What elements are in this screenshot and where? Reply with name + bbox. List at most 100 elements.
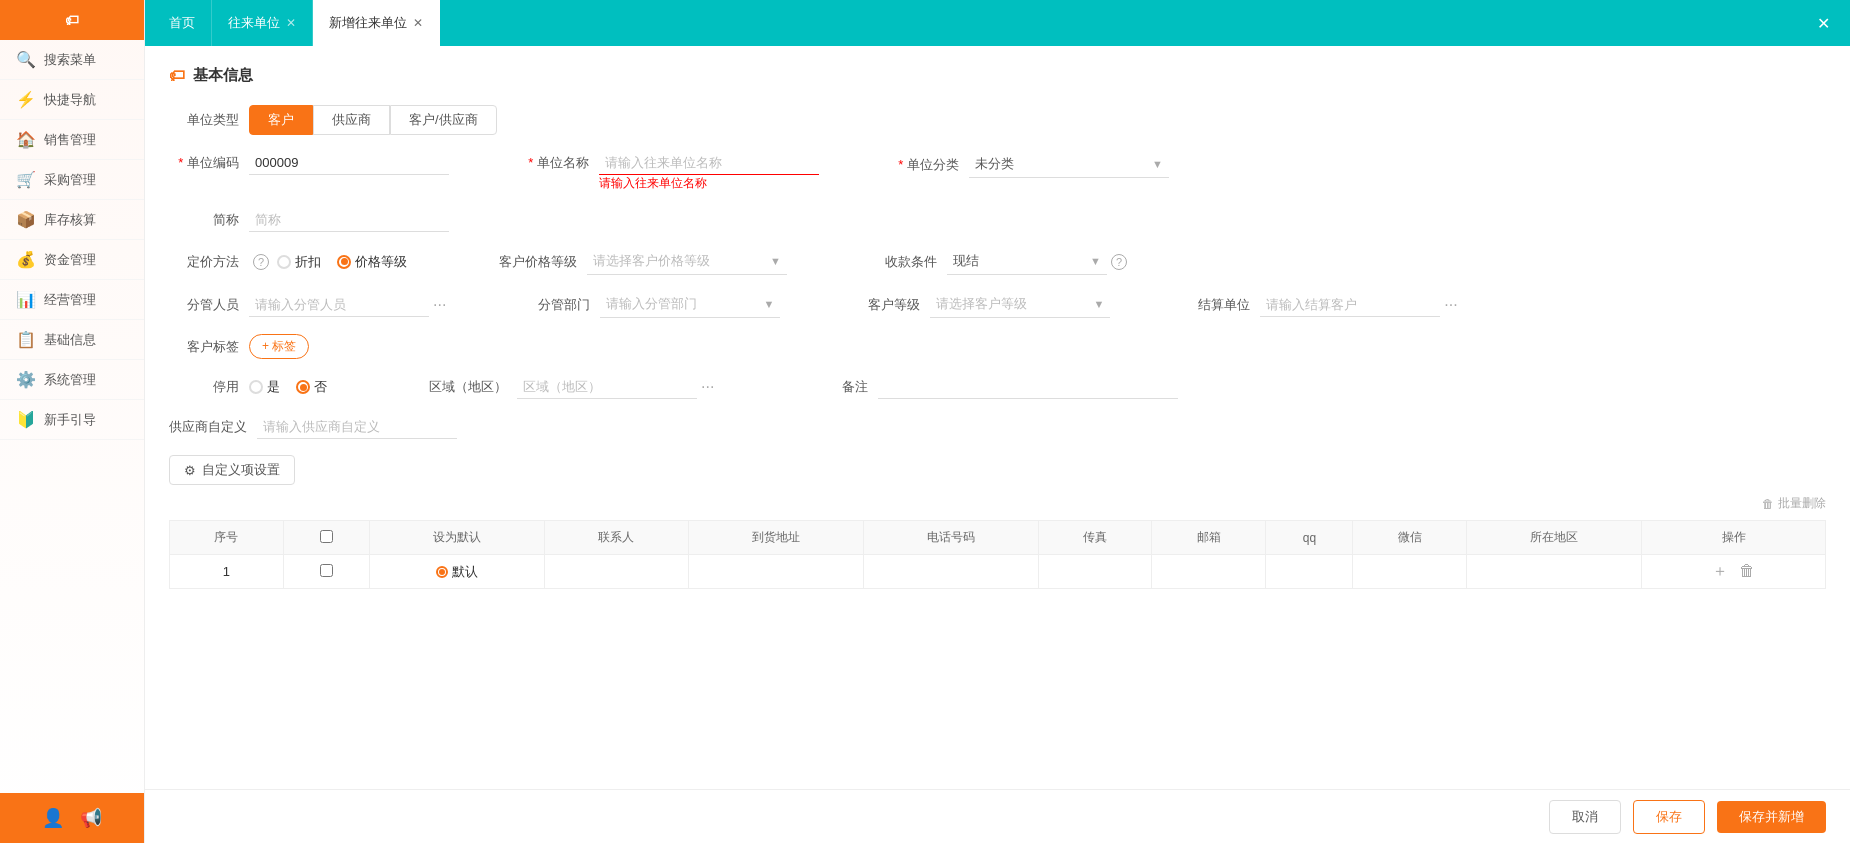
supplier-custom-input[interactable] xyxy=(257,415,457,439)
tag-label: 客户标签 xyxy=(169,338,249,356)
col-header-fax: 传真 xyxy=(1038,521,1152,555)
user-icon[interactable]: 👤 xyxy=(42,807,64,829)
unit-category-value: 未分类 xyxy=(975,155,1014,173)
custom-settings-button[interactable]: ⚙ 自定义项设置 xyxy=(169,455,295,485)
customer-level-select[interactable]: 请选择客户等级 ▼ xyxy=(930,291,1110,318)
pricing-discount[interactable]: 折扣 xyxy=(277,253,321,271)
batch-delete-button[interactable]: 🗑 批量删除 xyxy=(1762,495,1826,512)
default-radio[interactable] xyxy=(436,566,448,578)
row-region xyxy=(1467,555,1642,589)
sidebar-item-search[interactable]: 🔍 搜索菜单 xyxy=(0,40,144,80)
sidebar-item-guide[interactable]: 🔰 新手引导 xyxy=(0,400,144,440)
col-header-default: 设为默认 xyxy=(370,521,545,555)
pricing-grade-dot xyxy=(341,258,348,265)
add-tag-label: + 标签 xyxy=(262,338,296,355)
sales-icon: 🏠 xyxy=(16,130,36,149)
customer-price-cell: 客户价格等级 请选择客户价格等级 ▼ xyxy=(487,248,787,275)
row-email xyxy=(1152,555,1266,589)
tab-contacts-close[interactable]: ✕ xyxy=(286,16,296,30)
tab-bar-close[interactable]: ✕ xyxy=(1805,14,1842,33)
unit-category-select[interactable]: 未分类 ▼ xyxy=(969,151,1169,178)
unit-code-cell: 单位编码 xyxy=(169,151,449,175)
customer-price-select[interactable]: 请选择客户价格等级 ▼ xyxy=(587,248,787,275)
guide-icon: 🔰 xyxy=(16,410,36,429)
sidebar-item-purchase[interactable]: 🛒 采购管理 xyxy=(0,160,144,200)
unit-type-both[interactable]: 客户/供应商 xyxy=(390,105,497,135)
sidebar-item-sales[interactable]: 🏠 销售管理 xyxy=(0,120,144,160)
section-icon: 🏷 xyxy=(169,67,185,85)
unit-category-cell: 单位分类 未分类 ▼ xyxy=(889,151,1169,178)
payment-cell: 收款条件 现结 ▼ ? xyxy=(867,248,1127,275)
inventory-icon: 📦 xyxy=(16,210,36,229)
unit-name-cell: 单位名称 请输入往来单位名称 xyxy=(519,151,819,192)
notify-icon[interactable]: 📢 xyxy=(80,807,102,829)
sidebar-item-system[interactable]: ⚙️ 系统管理 xyxy=(0,360,144,400)
sidebar-item-inventory[interactable]: 📦 库存核算 xyxy=(0,200,144,240)
col-header-qq: qq xyxy=(1266,521,1353,555)
customer-price-placeholder: 请选择客户价格等级 xyxy=(593,252,710,270)
col-header-actions: 操作 xyxy=(1642,521,1826,555)
pricing-discount-label: 折扣 xyxy=(295,253,321,271)
custom-settings-row: ⚙ 自定义项设置 xyxy=(169,455,1826,485)
tab-home[interactable]: 首页 xyxy=(153,0,212,46)
unit-type-row: 单位类型 客户 供应商 客户/供应商 xyxy=(169,105,1826,135)
sidebar-bottom: 👤 📢 xyxy=(0,793,144,843)
settlement-ellipsis[interactable]: ··· xyxy=(1440,296,1461,314)
tags-cell: 客户标签 + 标签 xyxy=(169,334,309,359)
sidebar-item-label: 基础信息 xyxy=(44,331,96,349)
save-button[interactable]: 保存 xyxy=(1633,800,1705,834)
table-row: 1 默认 xyxy=(170,555,1826,589)
section-header: 🏷 基本信息 xyxy=(169,66,1826,85)
cancel-button[interactable]: 取消 xyxy=(1549,800,1621,834)
payment-select[interactable]: 现结 ▼ xyxy=(947,248,1107,275)
short-name-cell: 简称 xyxy=(169,208,449,232)
region-ellipsis[interactable]: ··· xyxy=(697,378,718,396)
tab-contacts[interactable]: 往来单位 ✕ xyxy=(212,0,313,46)
row-add-button[interactable]: ＋ xyxy=(1712,562,1728,579)
col-header-phone: 电话号码 xyxy=(863,521,1038,555)
disable-yes[interactable]: 是 xyxy=(249,378,280,396)
table-header-checkbox[interactable] xyxy=(320,530,333,543)
sidebar-item-label: 采购管理 xyxy=(44,171,96,189)
department-select[interactable]: 请输入分管部门 ▼ xyxy=(600,291,780,318)
unit-code-label: 单位编码 xyxy=(169,154,249,172)
row-checkbox[interactable] xyxy=(320,564,333,577)
save-new-button[interactable]: 保存并新增 xyxy=(1717,801,1826,833)
region-cell: 区域（地区） ··· xyxy=(427,375,718,399)
pricing-help-icon[interactable]: ? xyxy=(253,254,269,270)
region-input[interactable] xyxy=(517,375,697,399)
gear-icon: ⚙ xyxy=(184,463,196,478)
manager-ellipsis[interactable]: ··· xyxy=(429,296,450,314)
add-tag-button[interactable]: + 标签 xyxy=(249,334,309,359)
customer-price-label: 客户价格等级 xyxy=(487,253,587,271)
row-no: 1 xyxy=(170,555,284,589)
short-name-label: 简称 xyxy=(169,211,249,229)
unit-type-supplier[interactable]: 供应商 xyxy=(313,105,390,135)
disable-cell: 停用 是 否 xyxy=(169,378,327,396)
row-delete-button[interactable]: 🗑 xyxy=(1739,562,1755,579)
short-name-input[interactable] xyxy=(249,208,449,232)
unit-code-input[interactable] xyxy=(249,151,449,175)
col-header-check xyxy=(283,521,369,555)
col-header-contact: 联系人 xyxy=(544,521,688,555)
disable-row: 停用 是 否 区域（地区） ··· xyxy=(169,375,1826,399)
manager-input[interactable] xyxy=(249,293,429,317)
pricing-discount-radio xyxy=(277,255,291,269)
tab-new-contact-close[interactable]: ✕ xyxy=(413,16,423,30)
sidebar-item-basic[interactable]: 📋 基础信息 xyxy=(0,320,144,360)
payment-value: 现结 xyxy=(953,252,979,270)
tab-contacts-label: 往来单位 xyxy=(228,14,280,32)
pricing-grade[interactable]: 价格等级 xyxy=(337,253,407,271)
unit-type-customer[interactable]: 客户 xyxy=(249,105,313,135)
tab-new-contact[interactable]: 新增往来单位 ✕ xyxy=(313,0,440,46)
sidebar-item-operations[interactable]: 📊 经营管理 xyxy=(0,280,144,320)
sidebar-item-quicknav[interactable]: ⚡ 快捷导航 xyxy=(0,80,144,120)
col-header-wechat: 微信 xyxy=(1353,521,1467,555)
payment-help-icon[interactable]: ? xyxy=(1111,254,1127,270)
sidebar-item-finance[interactable]: 💰 资金管理 xyxy=(0,240,144,280)
remark-input[interactable] xyxy=(878,375,1178,399)
disable-no[interactable]: 否 xyxy=(296,378,327,396)
unit-name-input[interactable] xyxy=(599,151,819,175)
row-phone xyxy=(863,555,1038,589)
settlement-input[interactable] xyxy=(1260,293,1440,317)
